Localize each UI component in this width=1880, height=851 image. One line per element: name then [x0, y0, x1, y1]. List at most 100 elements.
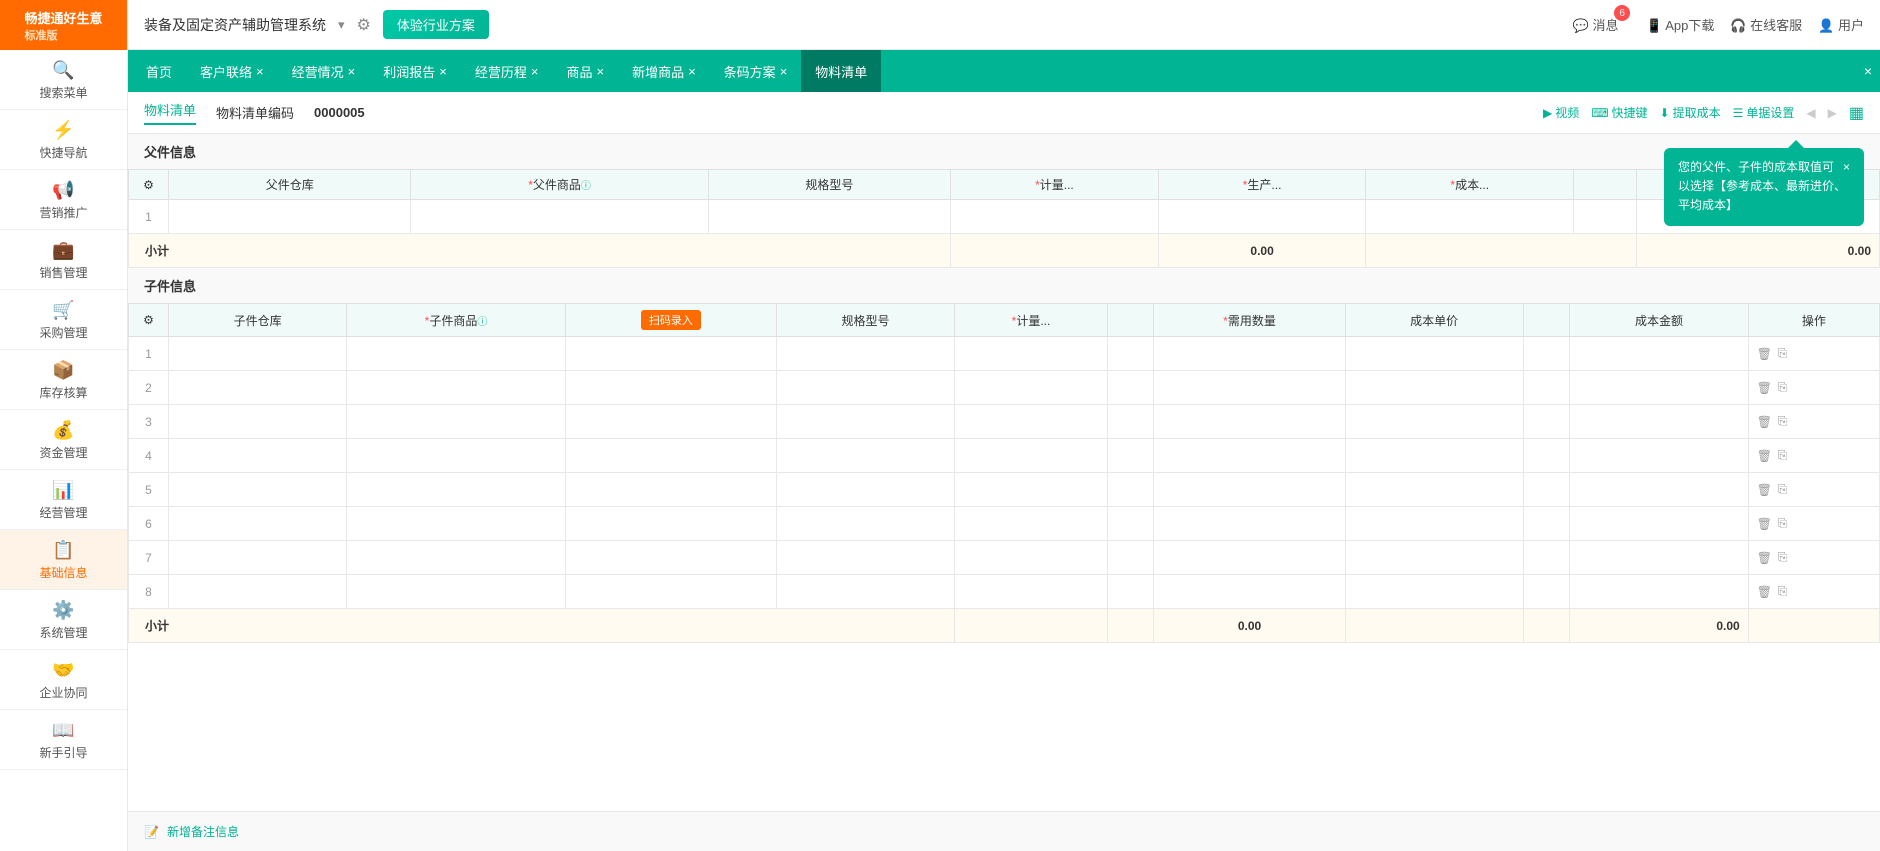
child-cell-product-6[interactable]: [347, 507, 566, 541]
child-cell-unit-price-3[interactable]: [1345, 405, 1523, 439]
child-cell-product-4[interactable]: [347, 439, 566, 473]
tooltip-close-button[interactable]: ×: [1843, 158, 1850, 177]
child-cell-qty-5[interactable]: [1154, 473, 1345, 507]
child-cell-spec-8[interactable]: [776, 575, 954, 609]
parent-cell-spec-1[interactable]: [708, 200, 950, 234]
child-cell-spec-1[interactable]: [776, 337, 954, 371]
sidebar-item-9[interactable]: ⚙️系统管理: [0, 590, 127, 650]
child-cell-qty-3[interactable]: [1154, 405, 1345, 439]
sidebar-item-2[interactable]: 📢营销推广: [0, 170, 127, 230]
child-cell-scan-2[interactable]: [565, 371, 776, 405]
nav-tab-7[interactable]: 条码方案 ×: [710, 50, 802, 92]
sidebar-item-4[interactable]: 🛒采购管理: [0, 290, 127, 350]
sidebar-item-8[interactable]: 📋基础信息: [0, 530, 127, 590]
child-cell-product-1[interactable]: [347, 337, 566, 371]
child-cell-spec-5[interactable]: [776, 473, 954, 507]
copy-icon-4[interactable]: ⎘: [1778, 448, 1788, 463]
child-cell-spec-2[interactable]: [776, 371, 954, 405]
child-cell-product-5[interactable]: [347, 473, 566, 507]
shortcut-link[interactable]: ⌨ 快捷键: [1591, 104, 1647, 121]
child-cell-unit-8[interactable]: [955, 575, 1108, 609]
nav-tab-5[interactable]: 商品 ×: [552, 50, 618, 92]
copy-icon-5[interactable]: ⎘: [1778, 482, 1788, 497]
delete-icon-7[interactable]: 🗑: [1757, 551, 1772, 565]
user-avatar[interactable]: 👤 用户: [1818, 15, 1864, 34]
child-cell-product-2[interactable]: [347, 371, 566, 405]
child-cell-unit-price-8[interactable]: [1345, 575, 1523, 609]
delete-icon-3[interactable]: 🗑: [1757, 415, 1772, 429]
copy-icon-8[interactable]: ⎘: [1778, 584, 1788, 599]
child-cell-qty-1[interactable]: [1154, 337, 1345, 371]
child-cell-scan-6[interactable]: [565, 507, 776, 541]
child-cell-scan-1[interactable]: [565, 337, 776, 371]
extract-cost-link[interactable]: ⬇ 提取成本: [1660, 104, 1721, 121]
nav-next-icon[interactable]: ▶: [1828, 106, 1837, 120]
child-cell-unit-7[interactable]: [955, 541, 1108, 575]
dropdown-arrow-icon[interactable]: ▾: [338, 17, 345, 33]
child-cell-warehouse-6[interactable]: [169, 507, 347, 541]
online-service-link[interactable]: 🎧 在线客服: [1730, 15, 1802, 34]
child-cell-scan-5[interactable]: [565, 473, 776, 507]
parent-cell-cost-1[interactable]: [1366, 200, 1574, 234]
sidebar-item-0[interactable]: 🔍搜索菜单: [0, 50, 127, 110]
child-cell-scan-7[interactable]: [565, 541, 776, 575]
child-cell-spec-4[interactable]: [776, 439, 954, 473]
sidebar-item-1[interactable]: ⚡快捷导航: [0, 110, 127, 170]
parent-col-gear[interactable]: ⚙: [129, 170, 169, 200]
child-cell-unit-6[interactable]: [955, 507, 1108, 541]
app-download-link[interactable]: 📱 App下载: [1646, 15, 1714, 34]
child-cell-unit-price-5[interactable]: [1345, 473, 1523, 507]
child-cell-product-8[interactable]: [347, 575, 566, 609]
single-settings-link[interactable]: ☰ 单据设置: [1733, 104, 1795, 121]
sub-tab-list[interactable]: 物料清单: [144, 100, 196, 125]
child-cell-warehouse-3[interactable]: [169, 405, 347, 439]
child-cell-spec-3[interactable]: [776, 405, 954, 439]
copy-icon-1[interactable]: ⎘: [1778, 346, 1788, 361]
nav-tab-3[interactable]: 利润报告 ×: [369, 50, 461, 92]
child-cell-scan-4[interactable]: [565, 439, 776, 473]
copy-icon-2[interactable]: ⎘: [1778, 380, 1788, 395]
parent-cell-warehouse-1[interactable]: [169, 200, 411, 234]
parent-cell-product-1[interactable]: [411, 200, 708, 234]
nav-tab-4[interactable]: 经营历程 ×: [461, 50, 553, 92]
child-cell-qty-8[interactable]: [1154, 575, 1345, 609]
sidebar-item-6[interactable]: 💰资金管理: [0, 410, 127, 470]
child-cell-unit-4[interactable]: [955, 439, 1108, 473]
child-cell-qty-6[interactable]: [1154, 507, 1345, 541]
delete-icon-1[interactable]: 🗑: [1757, 347, 1772, 361]
child-cell-unit-price-1[interactable]: [1345, 337, 1523, 371]
nav-tab-8[interactable]: 物料清单: [801, 50, 881, 92]
child-cell-warehouse-7[interactable]: [169, 541, 347, 575]
sidebar-item-7[interactable]: 📊经营管理: [0, 470, 127, 530]
video-link[interactable]: ▶ 视频: [1543, 104, 1579, 121]
child-cell-unit-price-2[interactable]: [1345, 371, 1523, 405]
sidebar-item-10[interactable]: 🤝企业协同: [0, 650, 127, 710]
child-cell-unit-price-6[interactable]: [1345, 507, 1523, 541]
child-cell-scan-3[interactable]: [565, 405, 776, 439]
child-cell-qty-2[interactable]: [1154, 371, 1345, 405]
nav-tab-1[interactable]: 客户联络 ×: [186, 50, 278, 92]
child-cell-unit-price-4[interactable]: [1345, 439, 1523, 473]
child-cell-unit-5[interactable]: [955, 473, 1108, 507]
copy-icon-7[interactable]: ⎘: [1778, 550, 1788, 565]
child-cell-warehouse-4[interactable]: [169, 439, 347, 473]
delete-icon-6[interactable]: 🗑: [1757, 517, 1772, 531]
grid-view-icon[interactable]: ▦: [1849, 103, 1864, 123]
delete-icon-8[interactable]: 🗑: [1757, 585, 1772, 599]
parent-cell-prod-1[interactable]: [1158, 200, 1366, 234]
child-col-gear[interactable]: ⚙: [129, 304, 169, 337]
nav-close-button[interactable]: ×: [1864, 63, 1872, 79]
child-cell-qty-7[interactable]: [1154, 541, 1345, 575]
gear-icon[interactable]: ⚙: [357, 15, 371, 35]
delete-icon-2[interactable]: 🗑: [1757, 381, 1772, 395]
child-cell-product-7[interactable]: [347, 541, 566, 575]
delete-icon-4[interactable]: 🗑: [1757, 449, 1772, 463]
sidebar-item-3[interactable]: 💼销售管理: [0, 230, 127, 290]
child-cell-warehouse-8[interactable]: [169, 575, 347, 609]
copy-icon-3[interactable]: ⎘: [1778, 414, 1788, 429]
child-cell-scan-8[interactable]: [565, 575, 776, 609]
parent-cell-unit-1[interactable]: [951, 200, 1159, 234]
sidebar-item-11[interactable]: 📖新手引导: [0, 710, 127, 770]
trial-button[interactable]: 体验行业方案: [383, 10, 489, 39]
child-cell-spec-7[interactable]: [776, 541, 954, 575]
